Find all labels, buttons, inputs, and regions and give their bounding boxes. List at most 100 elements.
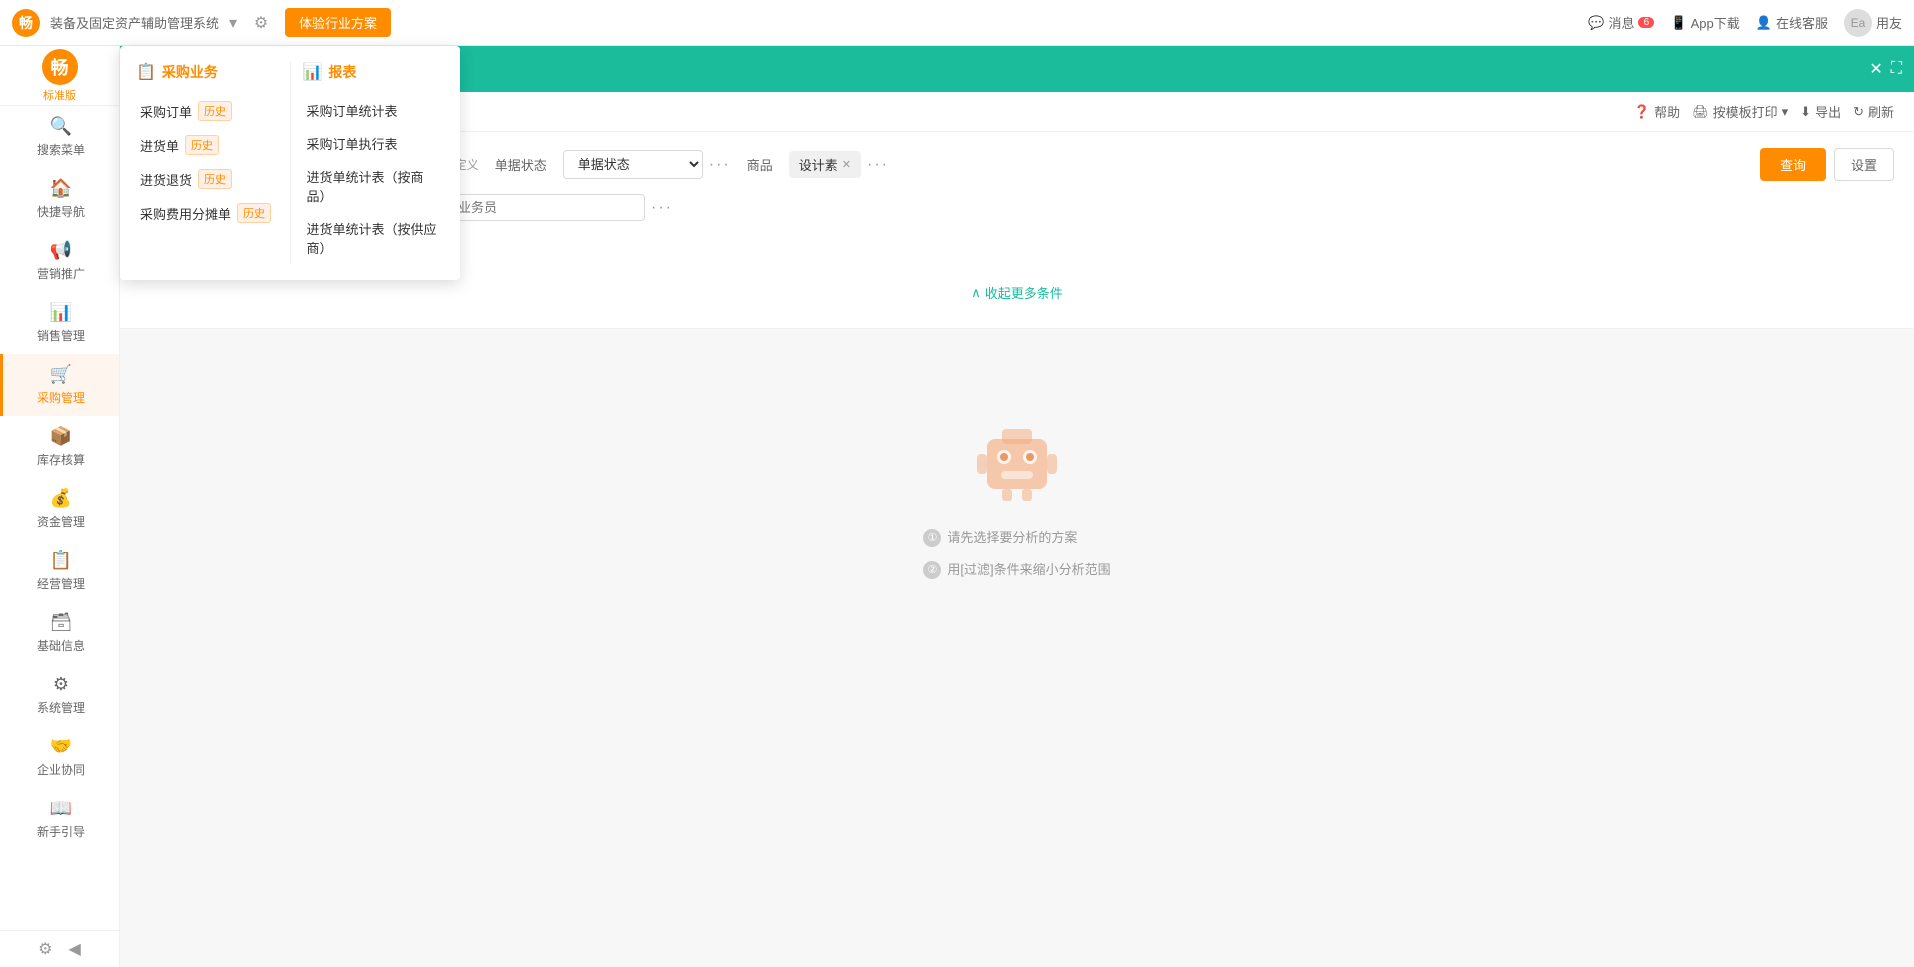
avatar: Ea bbox=[1844, 9, 1872, 37]
dropdown-item-po-exec[interactable]: 采购订单执行表 bbox=[303, 127, 445, 160]
app-download-btn[interactable]: 📱 App下载 bbox=[1670, 13, 1739, 32]
help-icon: ❓ bbox=[1634, 104, 1650, 120]
collapse-label: 收起更多条件 bbox=[985, 283, 1063, 302]
industry-btn[interactable]: 体验行业方案 bbox=[285, 8, 391, 37]
home-icon: 🏠 bbox=[50, 178, 72, 199]
sidebar-item-operation[interactable]: 📋 经营管理 bbox=[0, 540, 119, 602]
app-download-label: App下载 bbox=[1691, 13, 1740, 32]
refresh-label: 刷新 bbox=[1868, 102, 1894, 121]
order-status-dots[interactable]: ··· bbox=[709, 156, 731, 174]
phone-icon: 📱 bbox=[1670, 15, 1686, 31]
username-label: 用友 bbox=[1876, 13, 1902, 32]
collab-icon: 🤝 bbox=[50, 736, 72, 757]
logo-mini: 畅 bbox=[12, 9, 40, 37]
sidebar-item-guide-label: 新手引导 bbox=[37, 823, 85, 840]
inventory-icon: 📦 bbox=[50, 426, 72, 447]
sidebar-item-operation-label: 经营管理 bbox=[37, 575, 85, 592]
sidebar-item-sales[interactable]: 📊 销售管理 bbox=[0, 292, 119, 354]
online-service-label: 在线客服 bbox=[1776, 13, 1828, 32]
goods-dots[interactable]: ··· bbox=[867, 156, 889, 174]
empty-text: ① 请先选择要分析的方案 ② 用[过滤]条件来缩小分析范围 bbox=[923, 525, 1110, 583]
dropdown-item-goods-in-label: 进货单 bbox=[140, 136, 179, 155]
step2-num: ② bbox=[923, 561, 941, 579]
salesperson-dots[interactable]: ··· bbox=[651, 199, 673, 217]
dropdown-item-purchase-expense[interactable]: 采购费用分摊单 历史 bbox=[136, 196, 278, 230]
sidebar: 畅 标准版 🔍 搜索菜单 🏠 快捷导航 📢 营销推广 📊 销售管理 🛒 bbox=[0, 46, 120, 967]
print-label: 按模板打印 bbox=[1713, 102, 1778, 121]
dropdown-item-purchase-expense-label: 采购费用分摊单 bbox=[140, 204, 231, 223]
goods-tag-remove[interactable]: ✕ bbox=[842, 158, 851, 171]
sidebar-item-system[interactable]: ⚙ 系统管理 bbox=[0, 664, 119, 726]
sales-icon: 📊 bbox=[50, 302, 72, 323]
export-btn[interactable]: ⬇ 导出 bbox=[1800, 102, 1841, 121]
purchase-expense-hist-badge: 历史 bbox=[237, 203, 271, 223]
dropdown-divider bbox=[290, 62, 291, 264]
dropdown-col1-title: 📋 采购业务 bbox=[136, 62, 278, 82]
tab-fullscreen-icon[interactable]: ⛶ bbox=[1891, 60, 1902, 78]
help-btn[interactable]: ❓ 帮助 bbox=[1634, 102, 1680, 121]
sidebar-item-search[interactable]: 🔍 搜索菜单 bbox=[0, 106, 119, 168]
refresh-btn[interactable]: ↻ 刷新 bbox=[1853, 102, 1894, 121]
sidebar-settings-btn[interactable]: ⚙ bbox=[38, 939, 52, 959]
tab-bar-right: ✕ ⛶ bbox=[1869, 59, 1914, 79]
finance-icon: 💰 bbox=[50, 488, 72, 509]
sidebar-item-inventory[interactable]: 📦 库存核算 bbox=[0, 416, 119, 478]
step1-num: ① bbox=[923, 529, 941, 547]
dropdown-item-po-exec-label: 采购订单执行表 bbox=[307, 134, 398, 153]
sidebar-item-guide[interactable]: 📖 新手引导 bbox=[0, 788, 119, 850]
sidebar-item-collab[interactable]: 🤝 企业协同 bbox=[0, 726, 119, 788]
purchase-col-icon: 📋 bbox=[136, 62, 156, 82]
sidebar-item-marketing-label: 营销推广 bbox=[37, 265, 85, 282]
sidebar-item-marketing[interactable]: 📢 营销推广 bbox=[0, 230, 119, 292]
base-info-icon: 🗃 bbox=[50, 612, 73, 633]
sidebar-item-base-info[interactable]: 🗃 基础信息 bbox=[0, 602, 119, 664]
sidebar-item-finance-label: 资金管理 bbox=[37, 513, 85, 530]
print-dropdown-icon[interactable]: ▾ bbox=[1782, 104, 1789, 120]
sidebar-item-finance[interactable]: 💰 资金管理 bbox=[0, 478, 119, 540]
system-icon: ⚙ bbox=[53, 674, 69, 695]
tab-close-all-icon[interactable]: ✕ bbox=[1869, 59, 1882, 79]
dropdown-item-goods-stat-supplier-label: 进货单统计表（按供应商） bbox=[307, 219, 441, 257]
filter-actions: 查询 设置 bbox=[1760, 148, 1894, 181]
print-icon: 🖨 bbox=[1692, 104, 1709, 120]
dropdown-item-po-stat[interactable]: 采购订单统计表 bbox=[303, 94, 445, 127]
dropdown-arrow-icon[interactable]: ▾ bbox=[229, 13, 237, 33]
user-area[interactable]: Ea 用友 bbox=[1844, 9, 1902, 37]
goods-tag-text: 设计素 bbox=[799, 155, 838, 174]
order-status-select[interactable]: 单据状态 bbox=[563, 150, 703, 179]
dropdown-item-goods-stat-product[interactable]: 进货单统计表（按商品） bbox=[303, 160, 445, 212]
top-bar-left: 畅 装备及固定资产辅助管理系统 ▾ ⚙ 体验行业方案 bbox=[12, 8, 391, 37]
message-label: 消息 bbox=[1608, 13, 1634, 32]
search-icon: 🔍 bbox=[50, 116, 72, 137]
logo-label: 标准版 bbox=[43, 87, 76, 103]
dropdown-item-purchase-order[interactable]: 采购订单 历史 bbox=[136, 94, 278, 128]
service-icon: 👤 bbox=[1756, 15, 1772, 31]
settings-filter-btn[interactable]: 设置 bbox=[1834, 148, 1894, 181]
sidebar-item-purchase[interactable]: 🛒 采购管理 bbox=[0, 354, 119, 416]
goods-in-hist-badge: 历史 bbox=[185, 135, 219, 155]
logo-area: 畅 标准版 bbox=[0, 46, 119, 106]
logo: 畅 bbox=[42, 49, 78, 85]
dropdown-item-goods-return-label: 进货退货 bbox=[140, 170, 192, 189]
empty-step1: 请先选择要分析的方案 bbox=[947, 525, 1077, 551]
sidebar-item-quick-nav-label: 快捷导航 bbox=[37, 203, 85, 220]
export-label: 导出 bbox=[1815, 102, 1841, 121]
dropdown-item-goods-return[interactable]: 进货退货 历史 bbox=[136, 162, 278, 196]
settings-top-icon[interactable]: ⚙ bbox=[247, 9, 275, 37]
online-service-btn[interactable]: 👤 在线客服 bbox=[1756, 13, 1828, 32]
dropdown-item-goods-in[interactable]: 进货单 历史 bbox=[136, 128, 278, 162]
print-btn[interactable]: 🖨 按模板打印 ▾ bbox=[1692, 102, 1788, 121]
empty-state: ① 请先选择要分析的方案 ② 用[过滤]条件来缩小分析范围 bbox=[120, 329, 1914, 663]
dropdown-col-report: 📊 报表 采购订单统计表 采购订单执行表 进货单统计表（按商品） 进货单统计表（… bbox=[303, 62, 445, 264]
sidebar-collapse-btn[interactable]: ◀ bbox=[69, 939, 81, 959]
guide-icon: 📖 bbox=[50, 798, 72, 819]
purchase-icon: 🛒 bbox=[50, 364, 72, 385]
message-btn[interactable]: 💬 消息 6 bbox=[1588, 13, 1654, 32]
query-btn[interactable]: 查询 bbox=[1760, 148, 1826, 181]
dropdown-item-goods-stat-supplier[interactable]: 进货单统计表（按供应商） bbox=[303, 212, 445, 264]
dropdown-col1-title-text: 采购业务 bbox=[162, 62, 218, 82]
sidebar-item-quick-nav[interactable]: 🏠 快捷导航 bbox=[0, 168, 119, 230]
salesperson-input[interactable] bbox=[447, 194, 645, 221]
report-col-icon: 📊 bbox=[303, 62, 323, 82]
top-bar-right: 💬 消息 6 📱 App下载 👤 在线客服 Ea 用友 bbox=[1588, 9, 1902, 37]
